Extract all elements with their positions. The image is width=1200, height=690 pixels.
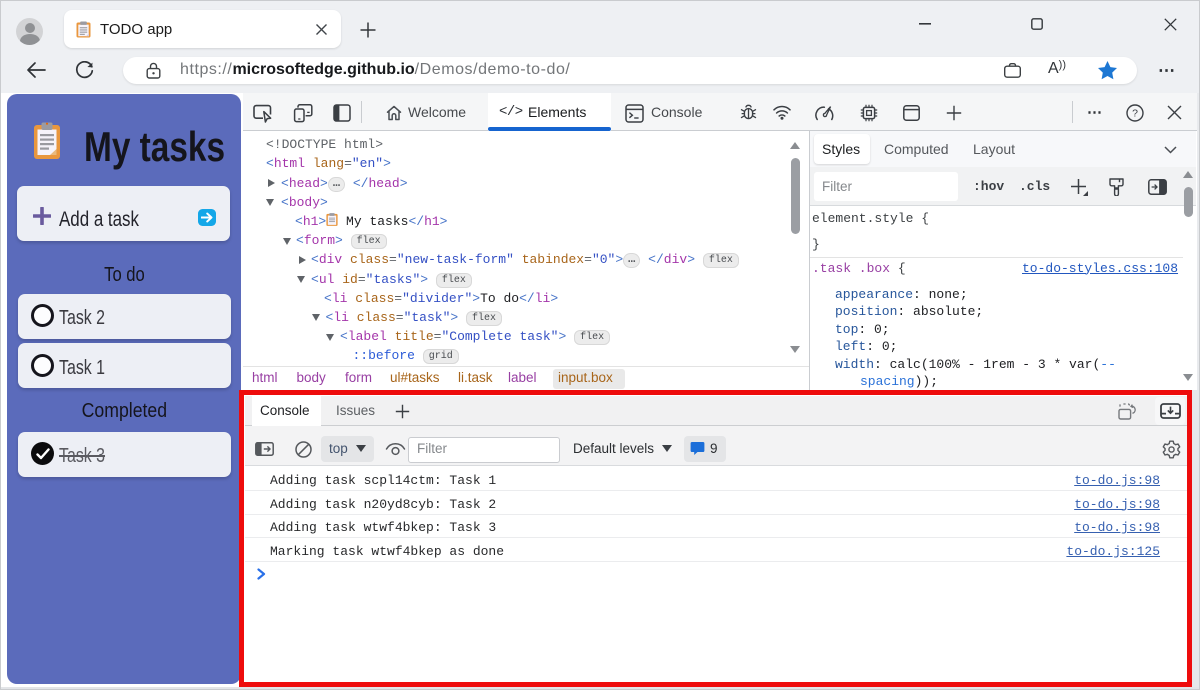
svg-text:?: ? [1132, 108, 1138, 120]
